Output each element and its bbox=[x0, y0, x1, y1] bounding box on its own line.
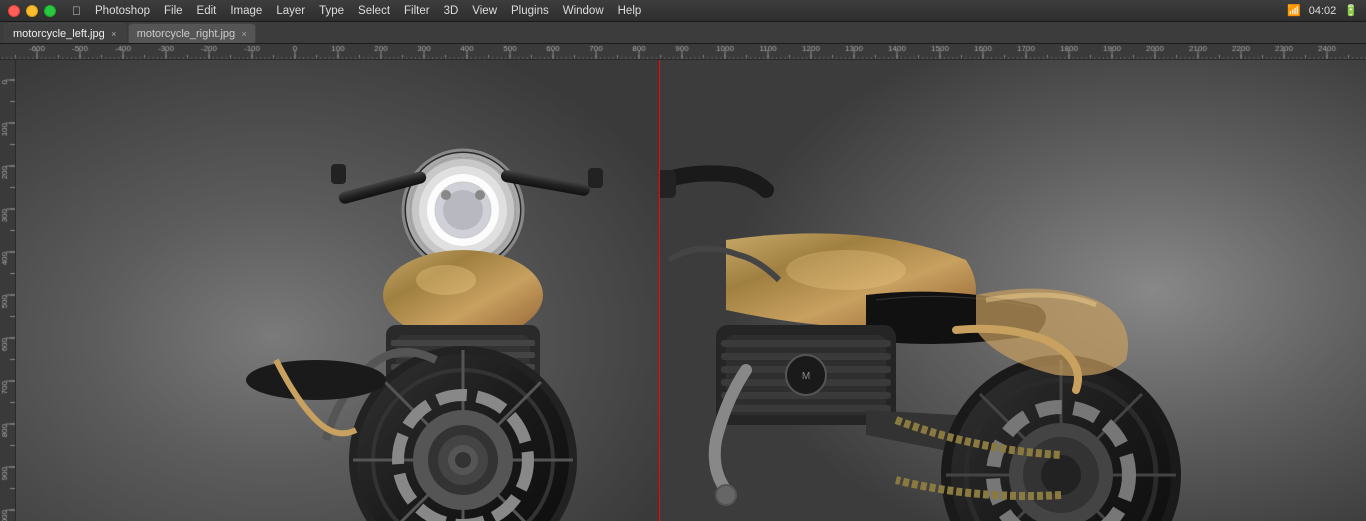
battery-icon: 🔋 bbox=[1344, 4, 1358, 17]
menu-item-select[interactable]: Select bbox=[358, 5, 390, 17]
menu-item-plugins[interactable]: Plugins bbox=[511, 5, 549, 17]
tabs-bar: motorcycle_left.jpg × motorcycle_right.j… bbox=[0, 22, 1366, 44]
menu-bar:  Photoshop File Edit Image Layer Type S… bbox=[72, 4, 641, 18]
traffic-lights bbox=[8, 5, 56, 17]
apple-logo-icon:  bbox=[72, 4, 81, 18]
menu-item-filter[interactable]: Filter bbox=[404, 5, 430, 17]
vertical-ruler bbox=[0, 60, 16, 521]
close-button[interactable] bbox=[8, 5, 20, 17]
ruler-h-canvas bbox=[0, 44, 1366, 60]
maximize-button[interactable] bbox=[44, 5, 56, 17]
horizontal-ruler bbox=[0, 44, 1366, 60]
titlebar:  Photoshop File Edit Image Layer Type S… bbox=[0, 0, 1366, 22]
canvas-area[interactable]: M bbox=[16, 60, 1366, 521]
menu-item-layer[interactable]: Layer bbox=[276, 5, 305, 17]
tab-close-0[interactable]: × bbox=[108, 28, 120, 40]
tab-label-1: motorcycle_right.jpg bbox=[137, 28, 235, 40]
tab-close-1[interactable]: × bbox=[238, 28, 250, 40]
tab-0[interactable]: motorcycle_left.jpg × bbox=[4, 23, 126, 43]
menu-item-help[interactable]: Help bbox=[618, 5, 642, 17]
svg-text:M: M bbox=[802, 371, 810, 382]
menu-item-edit[interactable]: Edit bbox=[197, 5, 217, 17]
minimize-button[interactable] bbox=[26, 5, 38, 17]
motorcycle-image: M bbox=[16, 60, 1366, 521]
menu-item-3d[interactable]: 3D bbox=[444, 5, 459, 17]
clock: 04:02 bbox=[1309, 5, 1337, 17]
wifi-icon: 📶 bbox=[1287, 4, 1301, 17]
workspace: M bbox=[0, 60, 1366, 521]
tab-label-0: motorcycle_left.jpg bbox=[13, 28, 105, 40]
titlebar-right: 📶 04:02 🔋 bbox=[1287, 4, 1358, 17]
ruler-v-canvas bbox=[0, 60, 16, 521]
menu-item-type[interactable]: Type bbox=[319, 5, 344, 17]
menu-item-file[interactable]: File bbox=[164, 5, 183, 17]
menu-item-view[interactable]: View bbox=[472, 5, 497, 17]
menu-item-photoshop[interactable]: Photoshop bbox=[95, 5, 150, 17]
menu-item-window[interactable]: Window bbox=[563, 5, 604, 17]
menu-item-image[interactable]: Image bbox=[230, 5, 262, 17]
tab-1[interactable]: motorcycle_right.jpg × bbox=[128, 23, 256, 43]
